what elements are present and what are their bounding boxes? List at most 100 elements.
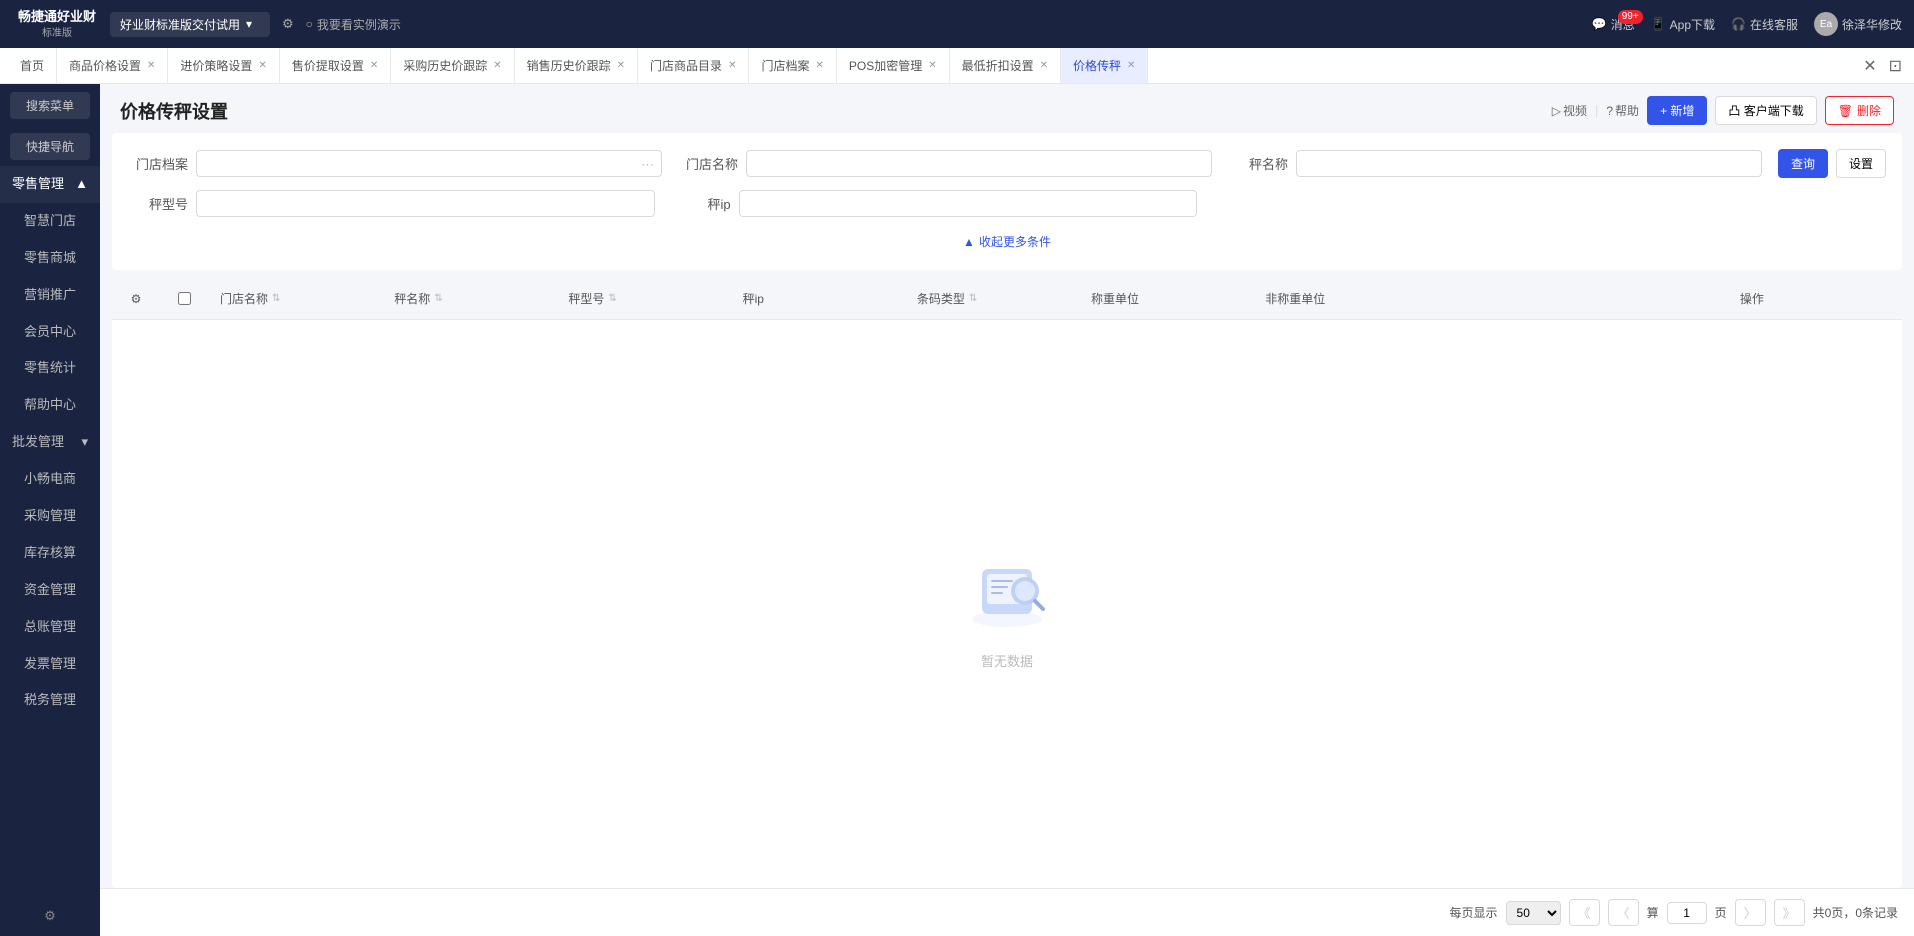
sidebar-item-8[interactable]: 小畅电商 xyxy=(0,461,100,498)
page-header: 价格传秤设置 ▷ 视频 | ? 帮助 + 新增 凸 客户端下载 🗑 删除 xyxy=(100,84,1914,133)
tab-0[interactable]: 首页 xyxy=(8,48,57,84)
sidebar-item-label-14: 税务管理 xyxy=(24,692,76,709)
tab-label-5: 销售历史价跟踪 xyxy=(527,57,611,74)
next-page-button[interactable]: 〉 xyxy=(1735,899,1766,926)
arrow-icon-7: ▾ xyxy=(81,434,88,451)
message-badge: 99+ xyxy=(1618,10,1643,24)
sidebar-item-10[interactable]: 库存核算 xyxy=(0,535,100,572)
close-all-tabs-button[interactable]: ✕ xyxy=(1859,52,1880,80)
store-file-input[interactable] xyxy=(196,150,662,177)
tab-label-2: 进价策略设置 xyxy=(180,57,252,74)
expand-tab-button[interactable]: ⊡ xyxy=(1885,52,1906,80)
table-checkbox-all[interactable] xyxy=(160,284,208,313)
tab-2[interactable]: 进价策略设置 ✕ xyxy=(168,48,279,84)
table-col-1[interactable]: 秤名称⇅ xyxy=(382,282,556,315)
tab-4[interactable]: 采购历史价跟踪✕ xyxy=(391,48,514,84)
store-name-input[interactable] xyxy=(746,150,1212,177)
sidebar-item-label-5: 零售统计 xyxy=(24,360,76,377)
help-link[interactable]: ? 帮助 xyxy=(1606,102,1639,119)
tab-close-4[interactable]: ✕ xyxy=(493,60,501,71)
query-button[interactable]: 查询 xyxy=(1778,149,1828,178)
tab-close-10[interactable]: ✕ xyxy=(1127,60,1135,71)
app-download-button[interactable]: 📱 App下载 xyxy=(1651,16,1715,33)
sidebar-item-2[interactable]: 零售商城 xyxy=(0,240,100,277)
page-suffix-label: 页 xyxy=(1715,904,1727,921)
tab-close-6[interactable]: ✕ xyxy=(728,60,736,71)
demo-link[interactable]: ○ 我要看实例演示 xyxy=(306,16,401,33)
page-number-input[interactable] xyxy=(1667,902,1707,924)
quick-nav-button[interactable]: 快捷导航 xyxy=(10,133,90,160)
tab-close-5[interactable]: ✕ xyxy=(617,60,625,71)
last-page-button[interactable]: 》 xyxy=(1774,899,1805,926)
version-selector[interactable]: 好业财标准版交付试用 ▾ xyxy=(110,12,270,37)
message-button[interactable]: 💬 消息 99+ xyxy=(1592,16,1635,33)
tab-10[interactable]: 价格传秤✕ xyxy=(1061,48,1148,84)
scale-model-input[interactable] xyxy=(196,190,655,217)
table-col-4[interactable]: 条码类型⇅ xyxy=(905,282,1079,315)
quick-nav-button-container: 快捷导航 xyxy=(0,127,100,166)
set-button[interactable]: 设置 xyxy=(1836,149,1886,178)
tab-close-7[interactable]: ✕ xyxy=(815,60,823,71)
add-button[interactable]: + 新增 xyxy=(1647,96,1707,125)
col-label-6: 非称重单位 xyxy=(1265,290,1325,307)
tab-3[interactable]: 售价提取设置✕ xyxy=(280,48,391,84)
sidebar-settings-button[interactable]: ⚙ xyxy=(40,904,60,928)
collapse-button[interactable]: ▲ 收起更多条件 xyxy=(959,229,1055,254)
sort-icon-0: ⇅ xyxy=(272,293,280,304)
tab-9[interactable]: 最低折扣设置✕ xyxy=(950,48,1061,84)
prev-page-button[interactable]: 〈 xyxy=(1608,899,1639,926)
tab-close-8[interactable]: ✕ xyxy=(928,60,936,71)
online-service-button[interactable]: 🎧 在线客服 xyxy=(1731,16,1798,33)
filter-row-2: 秤型号 秤ip xyxy=(128,190,1886,217)
sort-icon-4: ⇅ xyxy=(969,293,977,304)
tab-1[interactable]: 商品价格设置 ✕ xyxy=(57,48,168,84)
sidebar-item-13[interactable]: 发票管理 xyxy=(0,646,100,683)
tab-close-9[interactable]: ✕ xyxy=(1040,60,1048,71)
tab-8[interactable]: POS加密管理✕ xyxy=(837,48,950,84)
scale-name-input[interactable] xyxy=(1296,150,1762,177)
table-col-0[interactable]: 门店名称⇅ xyxy=(208,282,382,315)
sidebar-item-label-0: 零售管理 xyxy=(12,176,64,193)
video-link[interactable]: ▷ 视频 xyxy=(1552,102,1587,119)
scale-name-label: 秤名称 xyxy=(1228,154,1288,173)
sidebar-item-12[interactable]: 总账管理 xyxy=(0,609,100,646)
sidebar-item-6[interactable]: 帮助中心 xyxy=(0,387,100,424)
first-page-button[interactable]: 《 xyxy=(1569,899,1600,926)
tab-close-3[interactable]: ✕ xyxy=(370,60,378,71)
ellipsis-icon[interactable]: ··· xyxy=(641,156,654,171)
message-icon: 💬 xyxy=(1592,17,1607,31)
sidebar-item-14[interactable]: 税务管理 xyxy=(0,682,100,719)
tab-6[interactable]: 门店商品目录✕ xyxy=(638,48,749,84)
sidebar-item-1[interactable]: 智慧门店 xyxy=(0,203,100,240)
sidebar-item-0[interactable]: 零售管理▲ xyxy=(0,166,100,203)
sort-icon-1: ⇅ xyxy=(434,293,442,304)
delete-button[interactable]: 🗑 删除 xyxy=(1825,96,1894,125)
sidebar-item-4[interactable]: 会员中心 xyxy=(0,314,100,351)
download-button[interactable]: 凸 客户端下载 xyxy=(1715,96,1816,125)
top-settings-button[interactable]: ⚙ xyxy=(278,12,298,36)
sidebar-item-11[interactable]: 资金管理 xyxy=(0,572,100,609)
table-settings-icon[interactable]: ⚙ xyxy=(112,284,160,314)
sidebar-item-7[interactable]: 批发管理▾ xyxy=(0,424,100,461)
col-label-3: 秤ip xyxy=(743,290,764,307)
search-menu-button[interactable]: 搜索菜单 xyxy=(10,92,90,119)
tab-close-1[interactable]: ✕ xyxy=(147,60,155,71)
tab-label-1: 商品价格设置 xyxy=(69,57,141,74)
scale-ip-input[interactable] xyxy=(739,190,1198,217)
tab-close-2[interactable]: ✕ xyxy=(258,60,266,71)
sidebar-item-9[interactable]: 采购管理 xyxy=(0,498,100,535)
tab-5[interactable]: 销售历史价跟踪 ✕ xyxy=(515,48,638,84)
help-icon: ? xyxy=(1606,104,1613,118)
tab-7[interactable]: 门店档案✕ xyxy=(749,48,836,84)
store-file-label: 门店档案 xyxy=(128,154,188,173)
sidebar-item-label-11: 资金管理 xyxy=(24,582,76,599)
sidebar-item-3[interactable]: 营销推广 xyxy=(0,277,100,314)
scale-model-label: 秤型号 xyxy=(128,194,188,213)
user-info[interactable]: Ea 徐泽华修改 xyxy=(1814,12,1902,36)
sidebar-item-5[interactable]: 零售统计 xyxy=(0,350,100,387)
table-col-5: 称重单位 xyxy=(1079,282,1253,315)
checkbox-all[interactable] xyxy=(178,292,191,305)
table-col-2[interactable]: 秤型号⇅ xyxy=(556,282,730,315)
delete-icon: 🗑 xyxy=(1838,104,1853,118)
per-page-select[interactable]: 102050100 xyxy=(1506,901,1561,925)
